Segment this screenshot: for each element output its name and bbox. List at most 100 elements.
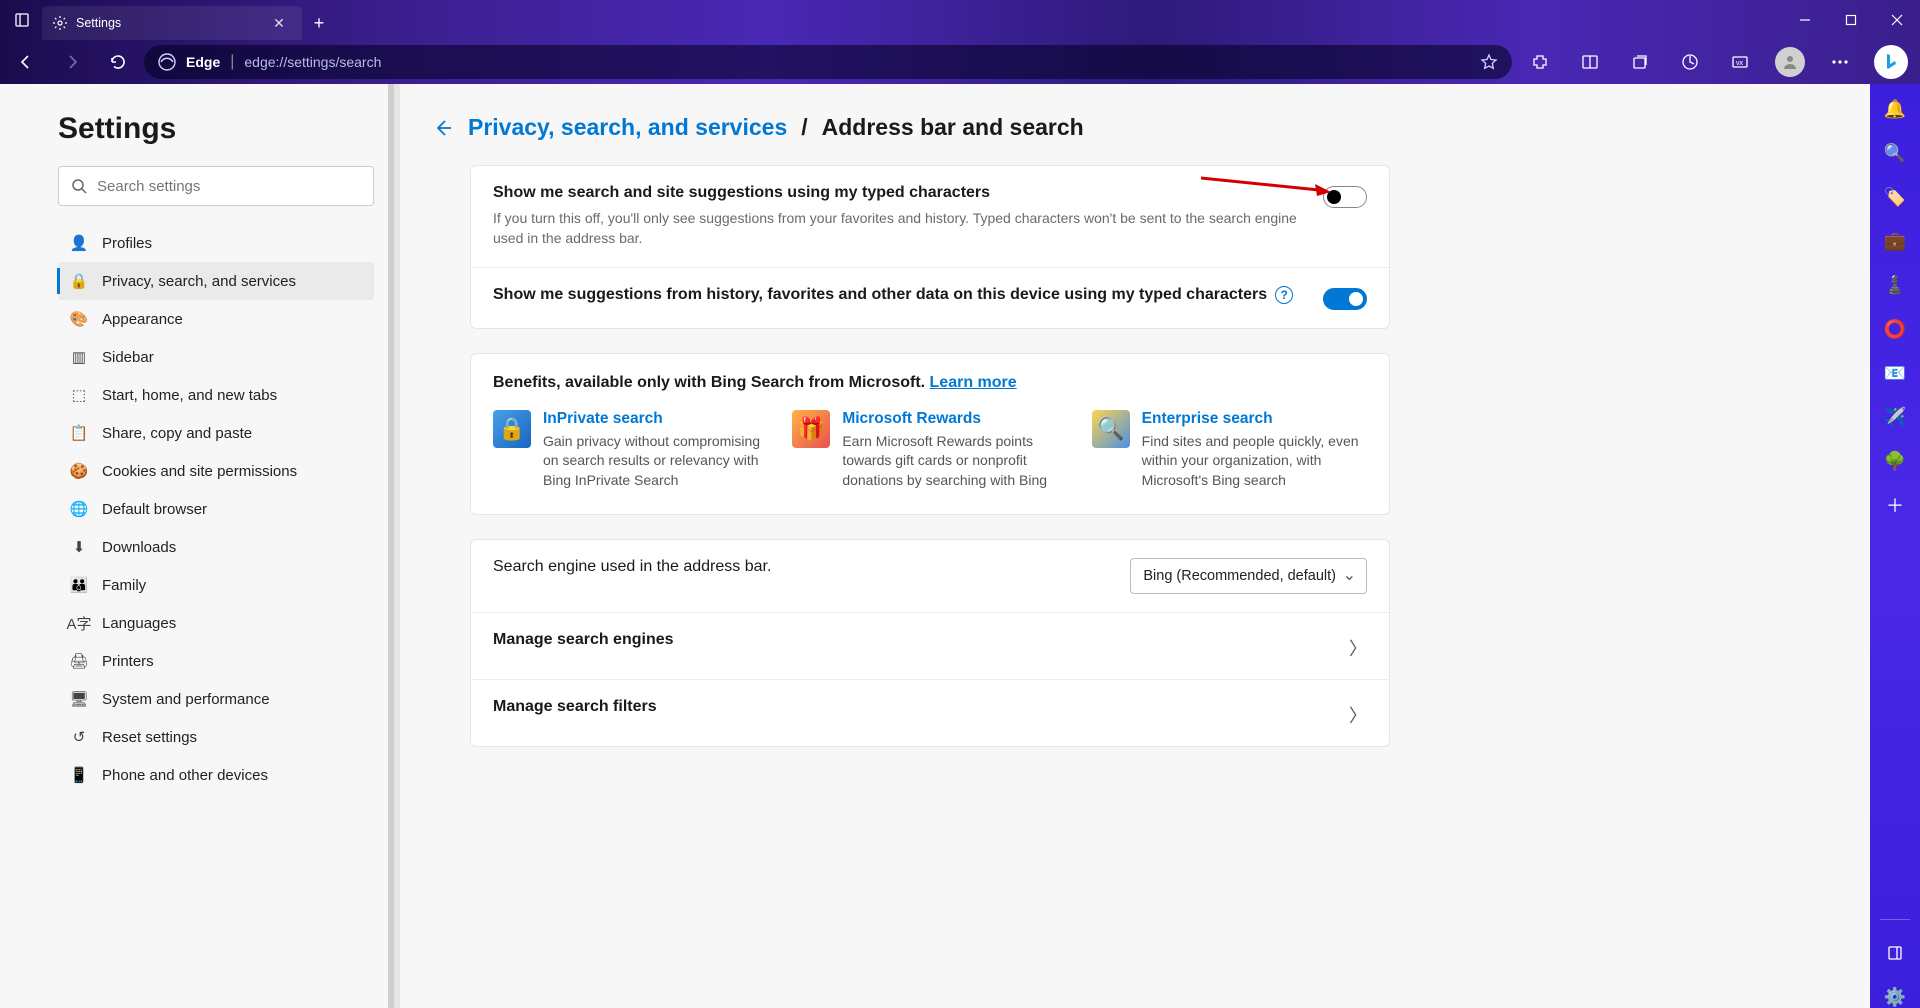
briefcase-icon[interactable]: 💼 bbox=[1884, 230, 1906, 252]
extensions-icon[interactable] bbox=[1518, 44, 1562, 80]
favorite-icon[interactable] bbox=[1480, 53, 1498, 71]
settings-content: Privacy, search, and services / Address … bbox=[400, 84, 1870, 1008]
sidebar-item[interactable]: 🖥 System and performance bbox=[58, 680, 374, 718]
sidebar-item[interactable]: ⬚Start, home, and new tabs bbox=[58, 376, 374, 414]
panel-icon[interactable] bbox=[1884, 942, 1906, 964]
benefits-card: Benefits, available only with Bing Searc… bbox=[470, 353, 1390, 516]
benefits-heading: Benefits, available only with Bing Searc… bbox=[471, 354, 1389, 392]
refresh-button[interactable] bbox=[98, 44, 138, 80]
sidebar-item[interactable]: ▥Sidebar bbox=[58, 338, 374, 376]
maximize-button[interactable] bbox=[1828, 0, 1874, 40]
nav-icon: 📱 bbox=[70, 766, 88, 784]
nav-icon: 🔒 bbox=[70, 272, 88, 290]
sidebar-item[interactable]: 👤Profiles bbox=[58, 224, 374, 262]
collections-icon[interactable] bbox=[1618, 44, 1662, 80]
plus-icon[interactable]: ＋ bbox=[1884, 494, 1906, 516]
nav-icon: 🌐 bbox=[70, 500, 88, 518]
toolbar: Edge | edge://settings/search vx bbox=[0, 40, 1920, 84]
sidebar-item[interactable]: 🎨Appearance bbox=[58, 300, 374, 338]
outlook-icon[interactable]: 📧 bbox=[1884, 362, 1906, 384]
benefit-title: Enterprise search bbox=[1142, 410, 1367, 428]
benefits-row: 🔒 InPrivate search Gain privacy without … bbox=[471, 392, 1389, 515]
send-icon[interactable]: ✈️ bbox=[1884, 406, 1906, 428]
address-bar[interactable]: Edge | edge://settings/search bbox=[144, 45, 1512, 79]
close-window-button[interactable] bbox=[1874, 0, 1920, 40]
tab-title: Settings bbox=[76, 16, 262, 30]
link-row-manage-engines[interactable]: Manage search engines 〉 bbox=[471, 613, 1389, 680]
edge-logo-icon bbox=[158, 53, 176, 71]
office-icon[interactable]: ⭕ bbox=[1884, 318, 1906, 340]
breadcrumb-current: Address bar and search bbox=[822, 114, 1084, 141]
performance-icon[interactable] bbox=[1668, 44, 1712, 80]
more-menu-button[interactable] bbox=[1818, 44, 1862, 80]
window-controls bbox=[1782, 0, 1920, 40]
sidebar-item[interactable]: 🍪Cookies and site permissions bbox=[58, 452, 374, 490]
nav-label: Phone and other devices bbox=[102, 767, 268, 784]
nav-label: Share, copy and paste bbox=[102, 425, 252, 442]
sidebar-item[interactable]: 🔒Privacy, search, and services bbox=[58, 262, 374, 300]
nav-label: System and performance bbox=[102, 691, 270, 708]
nav-icon: 👪 bbox=[70, 576, 88, 594]
titlebar-left bbox=[0, 0, 42, 40]
tab-actions-icon[interactable] bbox=[10, 8, 34, 32]
page-title: Settings bbox=[58, 112, 374, 146]
bell-icon[interactable]: 🔔 bbox=[1884, 98, 1906, 120]
link-label: Manage search filters bbox=[493, 698, 1333, 716]
games-icon[interactable]: ♟️ bbox=[1884, 274, 1906, 296]
sidebar-item[interactable]: 👪 Family bbox=[58, 566, 374, 604]
toggle-typed-suggestions[interactable] bbox=[1323, 186, 1367, 208]
nav-icon: 🖨 bbox=[70, 652, 88, 670]
shield-lock-icon: 🔒 bbox=[493, 410, 531, 448]
help-icon[interactable]: ? bbox=[1275, 286, 1293, 304]
link-row-manage-filters[interactable]: Manage search filters 〉 bbox=[471, 680, 1389, 746]
sidebar-item[interactable]: 📱 Phone and other devices bbox=[58, 756, 374, 794]
split-screen-icon[interactable] bbox=[1568, 44, 1612, 80]
nav-label: Sidebar bbox=[102, 349, 154, 366]
benefit-desc: Earn Microsoft Rewards points towards gi… bbox=[842, 432, 1067, 491]
setting-title: Show me search and site suggestions usin… bbox=[493, 184, 1307, 202]
benefits-heading-text: Benefits, available only with Bing Searc… bbox=[493, 374, 930, 391]
gear-icon[interactable]: ⚙️ bbox=[1884, 986, 1906, 1008]
nav-icon: 🖥 bbox=[70, 690, 88, 708]
suggestions-card: Show me search and site suggestions usin… bbox=[470, 165, 1390, 329]
sidebar-item[interactable]: 📋 Share, copy and paste bbox=[58, 414, 374, 452]
close-icon[interactable]: ✕ bbox=[270, 14, 288, 32]
nav-icon: 📋 bbox=[70, 424, 88, 442]
nav-label: Start, home, and new tabs bbox=[102, 387, 277, 404]
back-button[interactable] bbox=[6, 44, 46, 80]
sidebar-item[interactable]: 🖨Printers bbox=[58, 642, 374, 680]
minimize-button[interactable] bbox=[1782, 0, 1828, 40]
breadcrumb-parent[interactable]: Privacy, search, and services bbox=[468, 114, 787, 141]
gift-icon: 🎁 bbox=[792, 410, 830, 448]
link-label: Manage search engines bbox=[493, 631, 1333, 649]
setting-title-text: Show me suggestions from history, favori… bbox=[493, 286, 1267, 304]
nav-label: Family bbox=[102, 577, 146, 594]
tree-icon[interactable]: 🌳 bbox=[1884, 450, 1906, 472]
sidebar-item[interactable]: ⬇Downloads bbox=[58, 528, 374, 566]
select-value: Bing (Recommended, default) bbox=[1143, 568, 1336, 584]
sidebar-item[interactable]: A字Languages bbox=[58, 604, 374, 642]
benefit-desc: Gain privacy without compromising on sea… bbox=[543, 432, 768, 491]
benefit-inprivate: 🔒 InPrivate search Gain privacy without … bbox=[493, 410, 768, 491]
new-tab-button[interactable]: + bbox=[302, 6, 336, 40]
tag-icon[interactable]: 🏷️ bbox=[1884, 186, 1906, 208]
benefit-title: InPrivate search bbox=[543, 410, 768, 428]
nav-label: Reset settings bbox=[102, 729, 197, 746]
sidebar-item[interactable]: 🌐Default browser bbox=[58, 490, 374, 528]
learn-more-link[interactable]: Learn more bbox=[930, 374, 1017, 391]
toggle-history-suggestions[interactable] bbox=[1323, 288, 1367, 310]
edge-sidebar: 🔔 🔍 🏷️ 💼 ♟️ ⭕ 📧 ✈️ 🌳 ＋ ⚙️ bbox=[1870, 84, 1920, 1008]
bing-button[interactable] bbox=[1874, 45, 1908, 79]
search-icon[interactable]: 🔍 bbox=[1884, 142, 1906, 164]
benefit-rewards: 🎁 Microsoft Rewards Earn Microsoft Rewar… bbox=[792, 410, 1067, 491]
screenshot-icon[interactable]: vx bbox=[1718, 44, 1762, 80]
nav-label: Cookies and site permissions bbox=[102, 463, 297, 480]
avatar-icon bbox=[1775, 47, 1805, 77]
profile-button[interactable] bbox=[1768, 44, 1812, 80]
browser-tab[interactable]: Settings ✕ bbox=[42, 6, 302, 40]
search-input[interactable] bbox=[97, 178, 361, 195]
settings-search[interactable] bbox=[58, 166, 374, 206]
breadcrumb-back-icon[interactable] bbox=[432, 117, 454, 139]
sidebar-item[interactable]: ↺Reset settings bbox=[58, 718, 374, 756]
search-engine-select[interactable]: Bing (Recommended, default) bbox=[1130, 558, 1367, 594]
